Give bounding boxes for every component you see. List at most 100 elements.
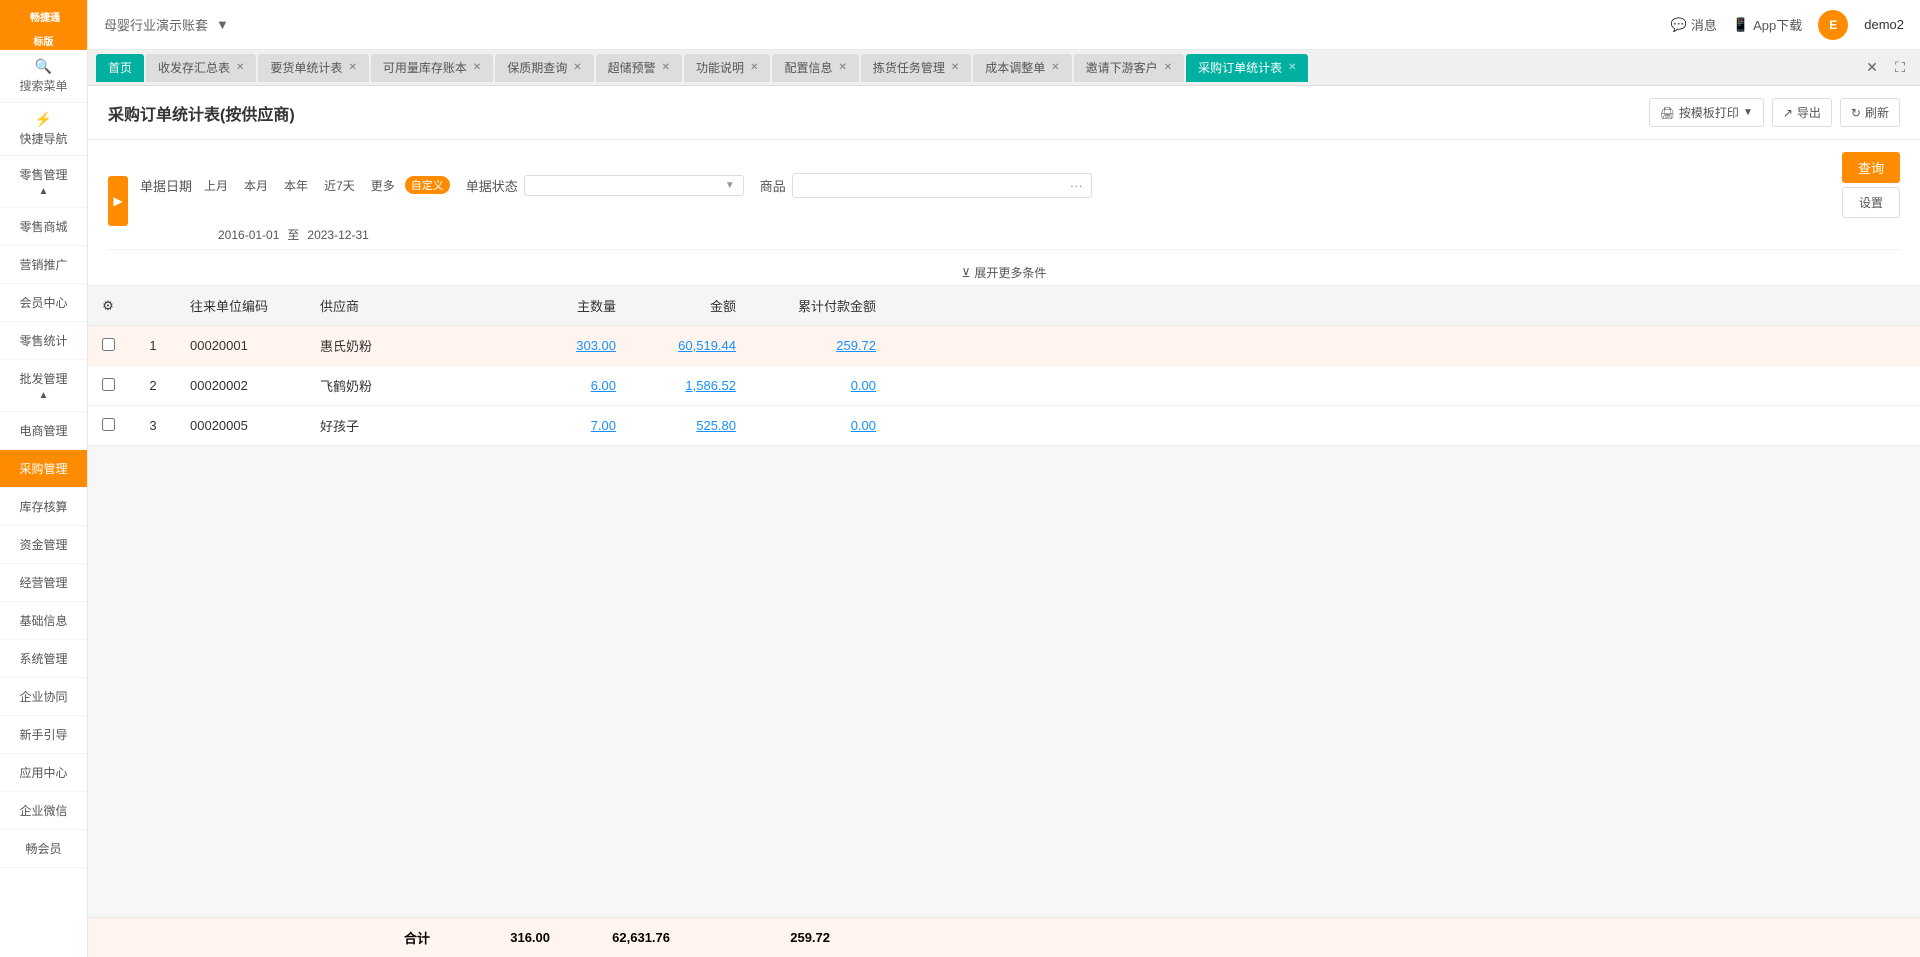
row-qty[interactable]: 6.00 xyxy=(508,366,628,406)
tab-available-stock[interactable]: 可用量库存账本 ✕ xyxy=(371,54,493,82)
sidebar-item-purchase[interactable]: 采购管理 xyxy=(0,450,87,488)
filter-area: ▶ 单据日期 上月 本月 本年 近7天 更多 自定义 xyxy=(88,140,1920,286)
filter-row-1: 单据日期 上月 本月 本年 近7天 更多 自定义 单据状态 xyxy=(140,152,1900,218)
sidebar-item-wholesale[interactable]: 批发管理 ▲ xyxy=(0,360,87,412)
tab-close-icon[interactable]: ✕ xyxy=(573,62,581,73)
settings-gear-icon[interactable]: ⚙ xyxy=(102,298,114,313)
more-dates-btn[interactable]: 更多 xyxy=(365,175,401,196)
user-avatar: E xyxy=(1818,10,1848,40)
sidebar-item-operations[interactable]: 经营管理 xyxy=(0,564,87,602)
table-footer-row: 合计 316.00 62,631.76 259.72 xyxy=(88,917,1920,957)
topbar: 母婴行业演示账套 ▼ 💬 消息 📱 App下载 E demo2 xyxy=(88,0,1920,50)
row-amount[interactable]: 60,519.44 xyxy=(628,326,748,366)
row-paid[interactable]: 0.00 xyxy=(748,366,888,406)
tab-home[interactable]: 首页 xyxy=(96,54,144,82)
col-header-amount: 金额 xyxy=(628,286,748,326)
settings-button[interactable]: 设置 xyxy=(1842,187,1900,218)
row-qty[interactable]: 7.00 xyxy=(508,406,628,446)
app-download-button[interactable]: 📱 App下载 xyxy=(1733,15,1802,34)
sidebar-item-sys-mgmt[interactable]: 系统管理 xyxy=(0,640,87,678)
expand-more-row: ⊻ 展开更多条件 xyxy=(108,249,1900,285)
page-actions: 🖨 按模板打印 ▼ ↗ 导出 ↻ 刷新 xyxy=(1649,98,1900,139)
sidebar-item-finance[interactable]: 资金管理 xyxy=(0,526,87,564)
this-year-btn[interactable]: 本年 xyxy=(278,175,314,196)
maximize-tab-button[interactable]: ⛶ xyxy=(1888,56,1912,80)
tab-close-icon[interactable]: ✕ xyxy=(662,62,670,73)
sidebar-item-members[interactable]: 会员中心 xyxy=(0,284,87,322)
tab-config-info[interactable]: 配置信息 ✕ xyxy=(772,54,858,82)
tab-close-icon[interactable]: ✕ xyxy=(1051,62,1059,73)
sidebar-item-newbie[interactable]: 新手引导 xyxy=(0,716,87,754)
sidebar-item-base-info[interactable]: 基础信息 xyxy=(0,602,87,640)
export-button[interactable]: ↗ 导出 xyxy=(1772,98,1832,127)
sidebar-item-collab[interactable]: 企业协同 xyxy=(0,678,87,716)
expand-more-button[interactable]: ⊻ 展开更多条件 xyxy=(962,264,1047,281)
tab-invite-downstream[interactable]: 邀请下游客户 ✕ xyxy=(1074,54,1184,82)
user-name[interactable]: demo2 xyxy=(1864,17,1904,32)
this-month-btn[interactable]: 本月 xyxy=(238,175,274,196)
goods-label: 商品 xyxy=(760,176,786,195)
sidebar-item-ecommerce[interactable]: 电商管理 xyxy=(0,412,87,450)
custom-date-tag[interactable]: 自定义 xyxy=(405,176,450,194)
status-select[interactable]: ▼ xyxy=(524,175,744,196)
sidebar-item-membership[interactable]: 畅会员 xyxy=(0,830,87,868)
sidebar-item-retail-stats[interactable]: 零售统计 xyxy=(0,322,87,360)
row-index: 1 xyxy=(128,326,178,366)
row-select-checkbox[interactable] xyxy=(102,338,115,351)
row-paid[interactable]: 259.72 xyxy=(748,326,888,366)
sidebar-item-app-center[interactable]: 应用中心 xyxy=(0,754,87,792)
last-7days-btn[interactable]: 近7天 xyxy=(318,175,361,196)
refresh-button[interactable]: ↻ 刷新 xyxy=(1840,98,1900,127)
goods-input[interactable] xyxy=(801,178,1070,192)
col-header-extra xyxy=(888,286,1920,326)
tab-receive-summary[interactable]: 收发存汇总表 ✕ xyxy=(146,54,256,82)
tab-close-icon[interactable]: ✕ xyxy=(838,62,846,73)
workspace-dropdown-icon[interactable]: ▼ xyxy=(216,17,229,32)
tab-close-icon[interactable]: ✕ xyxy=(951,62,959,73)
topbar-right: 💬 消息 📱 App下载 E demo2 xyxy=(1671,10,1904,40)
search-button[interactable]: 查询 xyxy=(1842,152,1900,183)
message-button[interactable]: 💬 消息 xyxy=(1671,15,1717,34)
date-label: 单据日期 xyxy=(140,176,192,195)
goods-more-icon[interactable]: ··· xyxy=(1070,178,1083,193)
sidebar-search[interactable]: 🔍 搜索菜单 xyxy=(0,50,87,103)
tab-expiry-query[interactable]: 保质期查询 ✕ xyxy=(495,54,593,82)
filter-collapse-button[interactable]: ▶ xyxy=(108,176,128,226)
last-month-btn[interactable]: 上月 xyxy=(198,175,234,196)
row-checkbox[interactable] xyxy=(88,406,128,446)
row-amount[interactable]: 525.80 xyxy=(628,406,748,446)
tab-overstock-warning[interactable]: 超储预警 ✕ xyxy=(596,54,682,82)
row-select-checkbox[interactable] xyxy=(102,418,115,431)
row-amount[interactable]: 1,586.52 xyxy=(628,366,748,406)
row-qty[interactable]: 303.00 xyxy=(508,326,628,366)
filter-content: 单据日期 上月 本月 本年 近7天 更多 自定义 单据状态 xyxy=(140,152,1900,249)
row-select-checkbox[interactable] xyxy=(102,378,115,391)
quick-nav[interactable]: ⚡ 快捷导航 xyxy=(0,103,87,156)
tab-close-icon[interactable]: ✕ xyxy=(1288,62,1296,73)
tab-close-icon[interactable]: ✕ xyxy=(750,62,758,73)
sidebar-item-retail-shop[interactable]: 零售商城 xyxy=(0,208,87,246)
tab-cost-adjust[interactable]: 成本调整单 ✕ xyxy=(973,54,1071,82)
topbar-left: 母婴行业演示账套 ▼ xyxy=(104,15,229,34)
tab-close-icon[interactable]: ✕ xyxy=(473,62,481,73)
row-checkbox[interactable] xyxy=(88,326,128,366)
tab-order-stats[interactable]: 要货单统计表 ✕ xyxy=(258,54,368,82)
sidebar-item-inventory[interactable]: 库存核算 xyxy=(0,488,87,526)
sidebar-item-marketing[interactable]: 营销推广 xyxy=(0,246,87,284)
template-print-button[interactable]: 🖨 按模板打印 ▼ xyxy=(1649,98,1764,127)
tab-pick-task[interactable]: 拣货任务管理 ✕ xyxy=(861,54,971,82)
row-checkbox[interactable] xyxy=(88,366,128,406)
tab-function-desc[interactable]: 功能说明 ✕ xyxy=(684,54,770,82)
sidebar-item-retail-mgmt[interactable]: 零售管理 ▲ xyxy=(0,156,87,208)
sidebar-item-wechat[interactable]: 企业微信 xyxy=(0,792,87,830)
tab-purchase-order-stats[interactable]: 采购订单统计表 ✕ xyxy=(1186,54,1308,82)
tab-close-icon[interactable]: ✕ xyxy=(1164,62,1172,73)
tab-close-icon[interactable]: ✕ xyxy=(236,62,244,73)
row-code: 00020001 xyxy=(178,326,308,366)
export-icon: ↗ xyxy=(1783,106,1793,120)
col-header-setting[interactable]: ⚙ xyxy=(88,286,128,326)
row-paid[interactable]: 0.00 xyxy=(748,406,888,446)
close-tab-button[interactable]: ✕ xyxy=(1860,56,1884,80)
col-header-paid: 累计付款金额 xyxy=(748,286,888,326)
tab-close-icon[interactable]: ✕ xyxy=(348,62,356,73)
